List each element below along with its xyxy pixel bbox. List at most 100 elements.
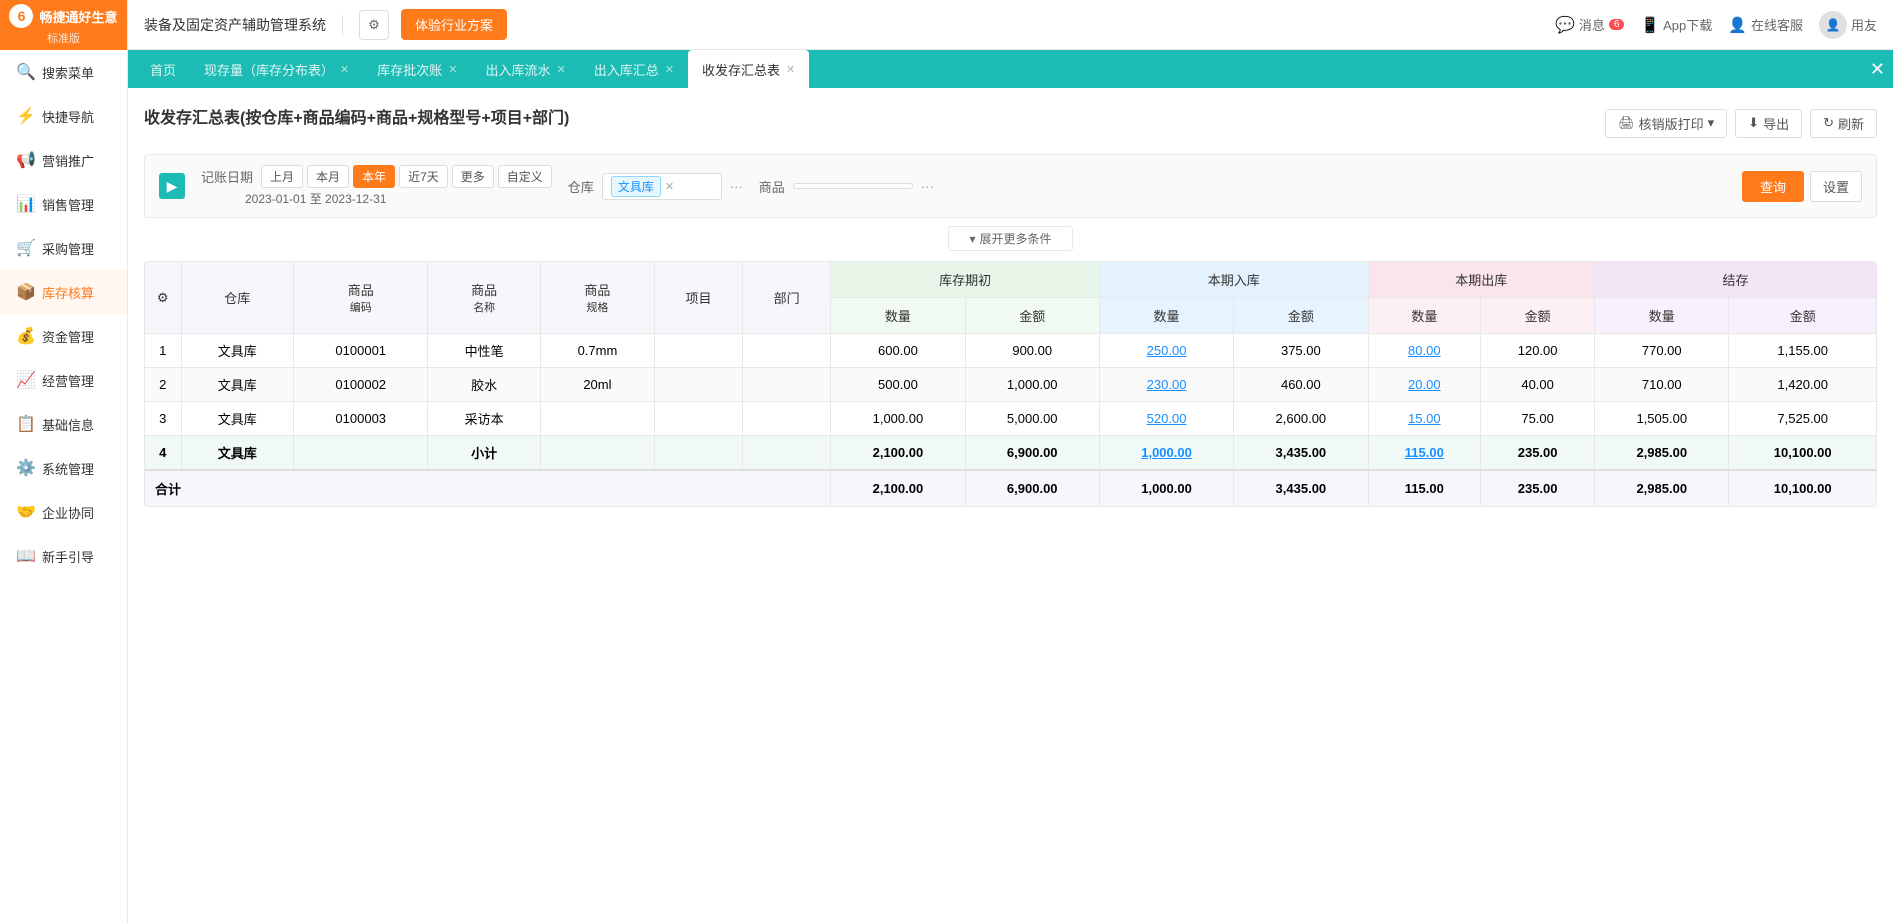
table-row: 3 文具库 0100003 采访本 1,000.00 5,000.00 520.… <box>145 402 1876 436</box>
logo-subtitle: 标准版 <box>47 30 80 46</box>
in-qty-link[interactable]: 1,000.00 <box>1141 445 1192 460</box>
sidebar-item-business[interactable]: 📈 经营管理 <box>0 358 127 402</box>
td-out-amt: 120.00 <box>1481 334 1595 368</box>
sidebar-item-collab[interactable]: 🤝 企业协同 <box>0 490 127 534</box>
th-spec: 商品规格 <box>540 262 654 334</box>
in-qty-link[interactable]: 250.00 <box>1147 343 1187 358</box>
tab-batch[interactable]: 库存批次账 ✕ <box>363 50 471 88</box>
date-btn-7days[interactable]: 近7天 <box>399 165 448 188</box>
messages-btn[interactable]: 💬 消息 6 <box>1555 15 1625 35</box>
refresh-icon: ↻ <box>1823 115 1834 131</box>
th-dept: 部门 <box>743 262 831 334</box>
sidebar-item-basic[interactable]: 📋 基础信息 <box>0 402 127 446</box>
td-out-qty: 15.00 <box>1368 402 1481 436</box>
sidebar-item-quicknav[interactable]: ⚡ 快捷导航 <box>0 94 127 138</box>
goods-more-dots[interactable]: ··· <box>921 179 934 194</box>
settings-button[interactable]: ⚙ <box>359 10 389 40</box>
messages-badge: 6 <box>1609 19 1625 30</box>
td-out-qty: 20.00 <box>1368 368 1481 402</box>
td-in-amt: 2,600.00 <box>1234 402 1368 436</box>
user-btn[interactable]: 👤 用友 <box>1819 11 1877 39</box>
sidebar-item-guide[interactable]: 📖 新手引导 <box>0 534 127 578</box>
tab-batch-label: 库存批次账 <box>377 60 442 79</box>
td-in-amt: 460.00 <box>1234 368 1368 402</box>
footer-bal-amt: 10,100.00 <box>1729 470 1876 506</box>
sidebar-item-inventory[interactable]: 📦 库存核算 <box>0 270 127 314</box>
tab-recv-send-close[interactable]: ✕ <box>786 63 795 76</box>
date-btn-this-month[interactable]: 本月 <box>307 165 349 188</box>
sidebar-item-purchase[interactable]: 🛒 采购管理 <box>0 226 127 270</box>
td-name: 胶水 <box>428 368 541 402</box>
th-project: 项目 <box>654 262 742 334</box>
guide-icon: 📖 <box>16 546 34 566</box>
tab-home-label: 首页 <box>150 60 176 79</box>
tab-inout-flow[interactable]: 出入库流水 ✕ <box>471 50 579 88</box>
table-settings-icon[interactable]: ⚙ <box>157 290 169 305</box>
warehouse-more-dots[interactable]: ··· <box>730 179 743 194</box>
td-bal-qty: 2,985.00 <box>1595 436 1729 471</box>
td-no: 1 <box>145 334 181 368</box>
business-icon: 📈 <box>16 370 34 390</box>
tab-inventory-dist-close[interactable]: ✕ <box>340 63 349 76</box>
in-qty-link[interactable]: 230.00 <box>1147 377 1187 392</box>
sidebar-label-guide: 新手引导 <box>42 547 94 566</box>
marketing-icon: 📢 <box>16 150 34 170</box>
expand-more-btn[interactable]: ▾ 展开更多条件 <box>948 226 1072 251</box>
out-qty-link[interactable]: 80.00 <box>1408 343 1441 358</box>
in-qty-link[interactable]: 520.00 <box>1147 411 1187 426</box>
th-in-amt: 金额 <box>1234 298 1368 334</box>
td-dept <box>743 436 831 471</box>
table-row-subtotal: 4 文具库 小计 2,100.00 6,900.00 1,000.00 3,43… <box>145 436 1876 471</box>
td-open-amt: 5,000.00 <box>965 402 1099 436</box>
td-spec <box>540 402 654 436</box>
out-qty-link[interactable]: 20.00 <box>1408 377 1441 392</box>
tab-inventory-dist[interactable]: 现存量（库存分布表） ✕ <box>190 50 363 88</box>
query-btn[interactable]: 查询 <box>1742 171 1804 202</box>
collab-icon: 🤝 <box>16 502 34 522</box>
print-btn[interactable]: 🖨 核销版打印 ▾ <box>1605 109 1727 138</box>
app-download-btn[interactable]: 📱 App下载 <box>1640 15 1712 34</box>
tab-recv-send-summary[interactable]: 收发存汇总表 ✕ <box>688 50 809 88</box>
sidebar-item-sales[interactable]: 📊 销售管理 <box>0 182 127 226</box>
tab-home[interactable]: 首页 <box>136 50 190 88</box>
date-btn-this-year[interactable]: 本年 <box>353 165 395 188</box>
goods-label: 商品 <box>759 177 785 196</box>
warehouse-input[interactable]: 文具库 ✕ <box>602 173 722 200</box>
refresh-btn[interactable]: ↻ 刷新 <box>1810 109 1877 138</box>
sidebar-item-marketing[interactable]: 📢 营销推广 <box>0 138 127 182</box>
td-open-amt: 900.00 <box>965 334 1099 368</box>
td-dept <box>743 334 831 368</box>
tab-inout-flow-close[interactable]: ✕ <box>557 63 566 76</box>
export-btn[interactable]: ⬇ 导出 <box>1735 109 1802 138</box>
tab-inout-flow-label: 出入库流水 <box>485 60 550 79</box>
tab-batch-close[interactable]: ✕ <box>448 63 457 76</box>
table-footer-row: 合计 2,100.00 6,900.00 1,000.00 3,435.00 1… <box>145 470 1876 506</box>
th-bal-qty: 数量 <box>1595 298 1729 334</box>
td-out-amt: 75.00 <box>1481 402 1595 436</box>
online-service-btn[interactable]: 👤 在线客服 <box>1728 15 1803 34</box>
date-btn-more[interactable]: 更多 <box>452 165 494 188</box>
td-spec <box>540 436 654 471</box>
sidebar-item-search[interactable]: 🔍 搜索菜单 <box>0 50 127 94</box>
sidebar-label-search: 搜索菜单 <box>42 63 94 82</box>
tab-inout-summary[interactable]: 出入库汇总 ✕ <box>580 50 688 88</box>
sidebar-item-system[interactable]: ⚙️ 系统管理 <box>0 446 127 490</box>
filter-toggle-btn[interactable]: ▶ <box>159 173 185 199</box>
td-project <box>654 436 742 471</box>
sidebar-item-finance[interactable]: 💰 资金管理 <box>0 314 127 358</box>
tab-inout-summary-close[interactable]: ✕ <box>665 63 674 76</box>
close-all-tabs[interactable]: ✕ <box>1870 59 1885 80</box>
td-in-qty: 520.00 <box>1099 402 1233 436</box>
td-open-qty: 1,000.00 <box>831 402 965 436</box>
out-qty-link[interactable]: 115.00 <box>1405 445 1444 460</box>
date-btn-custom[interactable]: 自定义 <box>498 165 552 188</box>
date-btn-last-month[interactable]: 上月 <box>261 165 303 188</box>
config-btn[interactable]: 设置 <box>1810 171 1862 202</box>
warehouse-tag-remove[interactable]: ✕ <box>665 180 674 193</box>
sidebar-label-basic: 基础信息 <box>42 415 94 434</box>
td-warehouse: 文具库 <box>181 436 294 471</box>
goods-input[interactable] <box>793 183 913 189</box>
trial-button[interactable]: 体验行业方案 <box>401 9 507 40</box>
th-out-amt: 金额 <box>1481 298 1595 334</box>
out-qty-link[interactable]: 15.00 <box>1408 411 1441 426</box>
